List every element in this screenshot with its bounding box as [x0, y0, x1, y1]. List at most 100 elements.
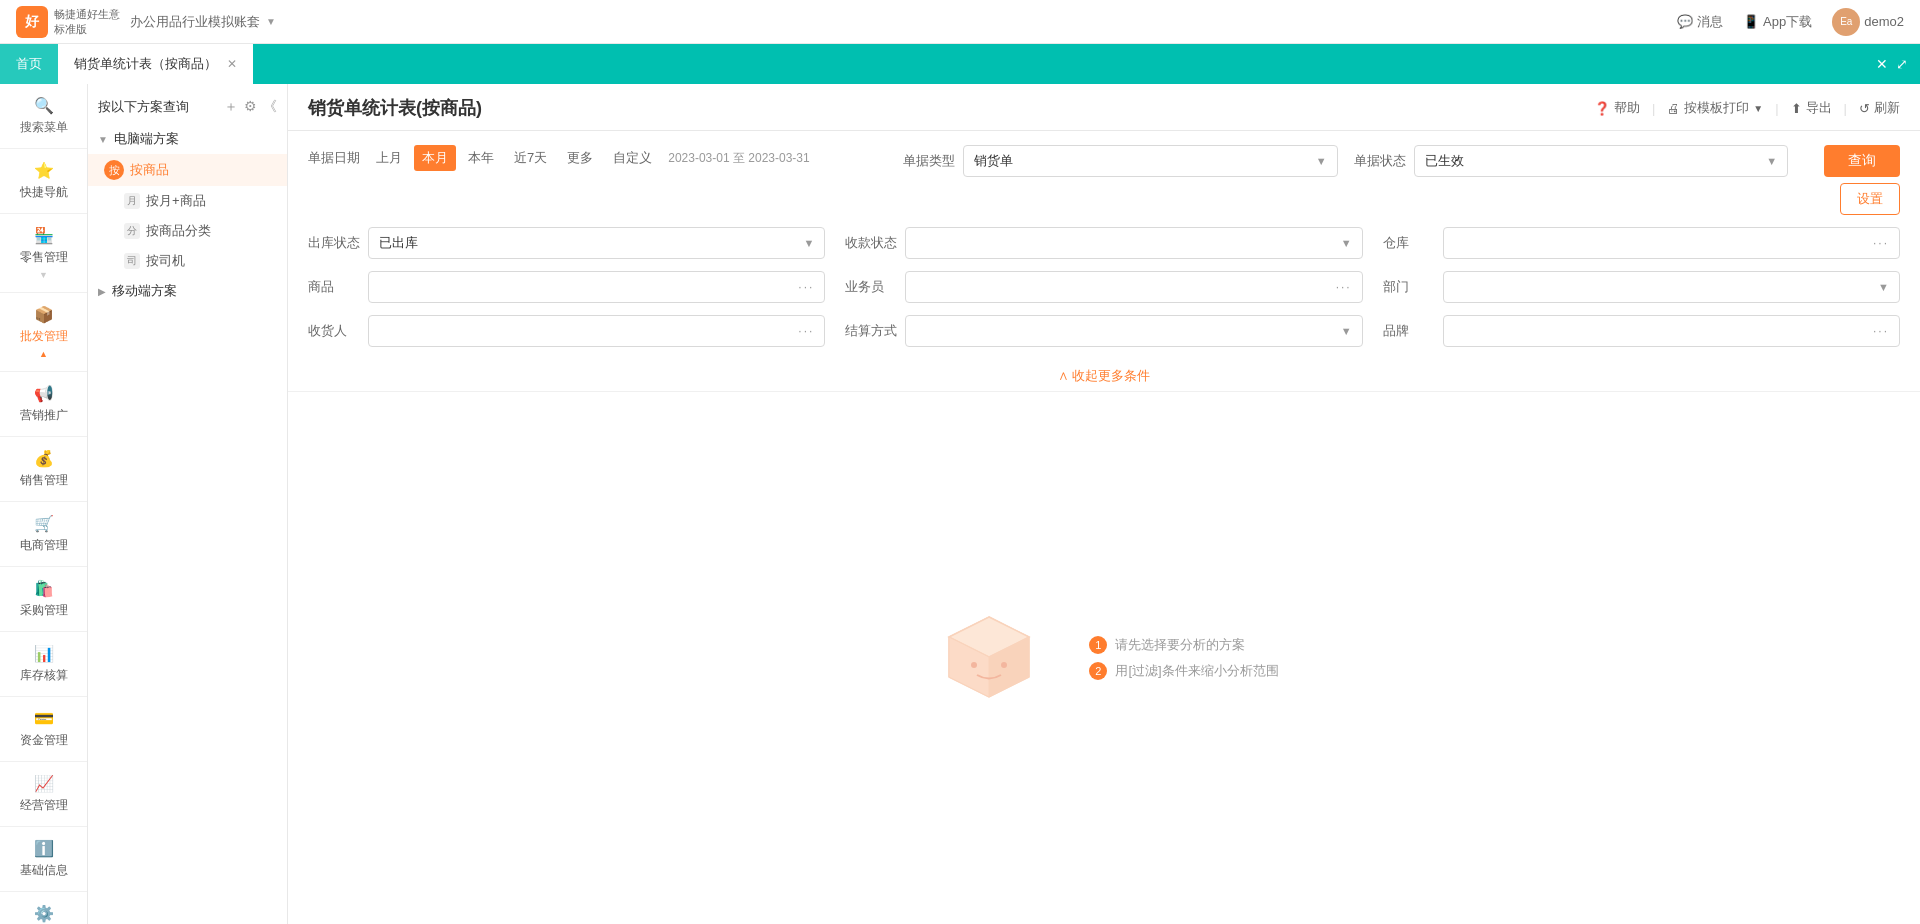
empty-steps: 1 请先选择要分析的方案 2 用[过滤]条件来缩小分析范围: [1089, 636, 1278, 680]
sidebar-item-marketing[interactable]: 📢 营销推广: [0, 372, 87, 437]
date-more[interactable]: 更多: [559, 145, 601, 171]
receipt-status-select[interactable]: ▼: [905, 227, 1362, 259]
tab-close-all-icon[interactable]: ✕: [1876, 56, 1888, 72]
date-custom[interactable]: 自定义: [605, 145, 660, 171]
date-7days[interactable]: 近7天: [506, 145, 555, 171]
type-filter: 单据类型 销货单 ▼: [903, 145, 1337, 177]
sidebar-item-search[interactable]: 🔍 搜索菜单: [0, 84, 87, 149]
date-this-month[interactable]: 本月: [414, 145, 456, 171]
user-menu[interactable]: Ea demo2: [1832, 8, 1904, 36]
payment-filter: 结算方式 ▼: [845, 315, 1362, 347]
tab-expand-icon[interactable]: ⤢: [1896, 56, 1908, 72]
left-panel-icons: ＋ ⚙ 《: [224, 98, 277, 116]
tree-group-desktop[interactable]: ▼ 电脑端方案: [88, 124, 287, 154]
tab-close-icon[interactable]: ✕: [227, 57, 237, 71]
svg-point-5: [1001, 662, 1007, 668]
tree-item-by-product[interactable]: 按 按商品: [88, 154, 287, 186]
topbar-right: 💬 消息 📱 App下载 Ea demo2: [1677, 8, 1904, 36]
step-2-text: 用[过滤]条件来缩小分析范围: [1115, 662, 1278, 680]
tree-item-by-category[interactable]: 分 按商品分类: [88, 216, 287, 246]
tree-group-mobile[interactable]: ▶ 移动端方案: [88, 276, 287, 306]
mobile-expand-icon: ▶: [98, 286, 106, 297]
sidebar-item-quick-nav[interactable]: ⭐ 快捷导航: [0, 149, 87, 214]
type-caret-icon: ▼: [1316, 155, 1327, 167]
app-download-button[interactable]: 📱 App下载: [1743, 13, 1812, 31]
sidebar-item-purchase[interactable]: 🛍️ 采购管理: [0, 567, 87, 632]
payment-select[interactable]: ▼: [905, 315, 1362, 347]
salesperson-label: 业务员: [845, 278, 897, 296]
print-button[interactable]: 🖨 按模板打印 ▼: [1667, 99, 1763, 117]
finance-icon: 💳: [34, 709, 54, 728]
sidebar-item-retail[interactable]: 🏪 零售管理 ▼: [0, 214, 87, 293]
breadcrumb-text: 办公用品行业模拟账套: [130, 13, 260, 31]
date-this-year[interactable]: 本年: [460, 145, 502, 171]
empty-state: 1 请先选择要分析的方案 2 用[过滤]条件来缩小分析范围: [288, 392, 1920, 924]
sidebar-item-sales[interactable]: 💰 销售管理: [0, 437, 87, 502]
product-dots: ···: [798, 280, 814, 294]
tree-item-category-label: 按商品分类: [146, 222, 211, 240]
salesperson-select[interactable]: ···: [905, 271, 1362, 303]
action-divider-2: |: [1775, 101, 1778, 116]
operations-icon: 📈: [34, 774, 54, 793]
warehouse-select[interactable]: ···: [1443, 227, 1900, 259]
tree-item-by-cashier[interactable]: 司 按司机: [88, 246, 287, 276]
sidebar-item-system[interactable]: ⚙️ 系统管理: [0, 892, 87, 924]
tree-item-cashier-label: 按司机: [146, 252, 185, 270]
receiver-select[interactable]: ···: [368, 315, 825, 347]
product-select[interactable]: ···: [368, 271, 825, 303]
content-area: 按以下方案查询 ＋ ⚙ 《 ▼ 电脑端方案 按 按商品 月 按月+商品 分: [88, 84, 1920, 924]
date-last-month[interactable]: 上月: [368, 145, 410, 171]
receiver-label: 收货人: [308, 322, 360, 340]
left-panel-title: 按以下方案查询: [98, 98, 189, 116]
payment-caret: ▼: [1341, 325, 1352, 337]
purchase-icon: 🛍️: [34, 579, 54, 598]
left-panel: 按以下方案查询 ＋ ⚙ 《 ▼ 电脑端方案 按 按商品 月 按月+商品 分: [88, 84, 288, 924]
wholesale-icon: 📦: [34, 305, 54, 324]
export-button[interactable]: ⬆ 导出: [1791, 99, 1832, 117]
sidebar-item-operations[interactable]: 📈 经营管理: [0, 762, 87, 827]
filter-area: 单据日期 上月 本月 本年 近7天 更多 自定义 2023-03-01 至 20…: [288, 131, 1920, 361]
product-filter: 商品 ···: [308, 271, 825, 303]
out-status-filter: 出库状态 已出库 ▼: [308, 227, 825, 259]
settings-scheme-icon[interactable]: ⚙: [244, 98, 257, 116]
help-icon: ❓: [1594, 101, 1610, 116]
add-scheme-icon[interactable]: ＋: [224, 98, 238, 116]
breadcrumb[interactable]: 办公用品行业模拟账套 ▼: [130, 13, 276, 31]
breadcrumb-dropdown-icon[interactable]: ▼: [266, 16, 276, 27]
sidebar-item-ecommerce[interactable]: 🛒 电商管理: [0, 502, 87, 567]
query-button[interactable]: 查询: [1824, 145, 1900, 177]
sidebar-item-inventory[interactable]: 📊 库存核算: [0, 632, 87, 697]
print-dropdown-icon: ▼: [1753, 103, 1763, 114]
step-2-num: 2: [1089, 662, 1107, 680]
topbar: 好 畅捷通好生意 标准版 办公用品行业模拟账套 ▼ 💬 消息 📱 App下载 E…: [0, 0, 1920, 44]
logo-area: 好 畅捷通好生意 标准版: [16, 6, 120, 38]
brand-select[interactable]: ···: [1443, 315, 1900, 347]
date-shortcuts: 上月 本月 本年 近7天 更多 自定义 2023-03-01 至 2023-03…: [368, 145, 887, 171]
sidebar-item-basic[interactable]: ℹ️ 基础信息: [0, 827, 87, 892]
brand-dots: ···: [1873, 324, 1889, 338]
dept-select[interactable]: ▼: [1443, 271, 1900, 303]
tree-item-by-month-product[interactable]: 月 按月+商品: [88, 186, 287, 216]
receiver-dots: ···: [798, 324, 814, 338]
filter-row-2: 出库状态 已出库 ▼ 收款状态 ▼ 仓库: [308, 227, 1900, 259]
receipt-status-filter: 收款状态 ▼: [845, 227, 1362, 259]
tab-report[interactable]: 销货单统计表（按商品） ✕: [58, 44, 253, 84]
type-label: 单据类型: [903, 152, 955, 170]
status-select[interactable]: 已生效 ▼: [1414, 145, 1788, 177]
empty-illustration: [929, 607, 1049, 710]
messages-button[interactable]: 💬 消息: [1677, 13, 1723, 31]
setting-button[interactable]: 设置: [1840, 183, 1900, 215]
help-button[interactable]: ❓ 帮助: [1594, 99, 1640, 117]
refresh-button[interactable]: ↺ 刷新: [1859, 99, 1900, 117]
status-filter: 单据状态 已生效 ▼: [1354, 145, 1788, 177]
receipt-caret: ▼: [1341, 237, 1352, 249]
tree-item-icon-month: 月: [124, 193, 140, 209]
collapse-bar[interactable]: ∧ 收起更多条件: [288, 361, 1920, 392]
sidebar-item-wholesale[interactable]: 📦 批发管理 ▲: [0, 293, 87, 372]
collapse-panel-icon[interactable]: 《: [263, 98, 277, 116]
type-select[interactable]: 销货单 ▼: [963, 145, 1337, 177]
tree-item-icon-cashier: 司: [124, 253, 140, 269]
out-status-select[interactable]: 已出库 ▼: [368, 227, 825, 259]
tab-home[interactable]: 首页: [0, 44, 58, 84]
sidebar-item-finance[interactable]: 💳 资金管理: [0, 697, 87, 762]
